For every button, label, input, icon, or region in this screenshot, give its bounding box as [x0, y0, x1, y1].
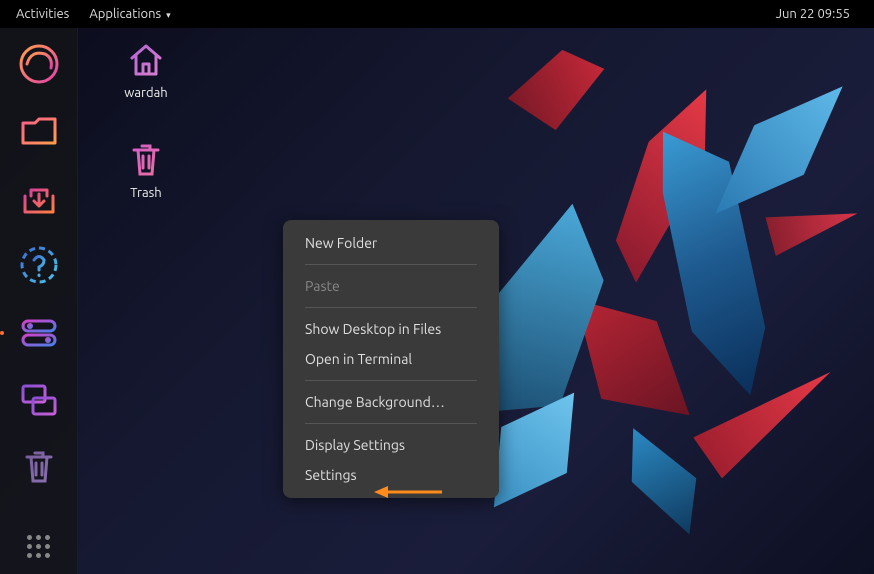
menu-separator	[305, 423, 477, 424]
launcher-dock	[0, 28, 78, 574]
trash-dock-icon	[17, 445, 61, 489]
chevron-down-icon: ▾	[166, 10, 171, 20]
activities-button[interactable]: Activities	[16, 7, 69, 21]
dock-item-remote[interactable]	[10, 372, 68, 427]
remote-desktop-icon	[17, 378, 61, 422]
folder-icon	[17, 109, 61, 153]
desktop-icon-trash-label: Trash	[130, 186, 161, 200]
menu-item-change-background[interactable]: Change Background…	[283, 387, 499, 417]
toggles-icon	[17, 311, 61, 355]
dock-item-firefox[interactable]	[10, 36, 68, 91]
menu-separator	[305, 264, 477, 265]
firefox-icon	[17, 42, 61, 86]
dock-item-help[interactable]	[10, 238, 68, 293]
menu-separator	[305, 380, 477, 381]
help-icon	[17, 243, 61, 287]
dock-item-trash[interactable]	[10, 440, 68, 495]
home-icon	[124, 38, 168, 82]
menu-item-new-folder[interactable]: New Folder	[283, 228, 499, 258]
dock-item-software[interactable]	[10, 171, 68, 226]
menu-item-settings[interactable]: Settings	[283, 460, 499, 490]
desktop-context-menu: New Folder Paste Show Desktop in Files O…	[283, 220, 499, 498]
menu-item-open-terminal[interactable]: Open in Terminal	[283, 344, 499, 374]
clock[interactable]: Jun 22 09:55	[776, 7, 850, 21]
show-applications-button[interactable]	[10, 519, 68, 574]
dock-item-files[interactable]	[10, 103, 68, 158]
top-panel: Activities Applications ▾ Jun 22 09:55	[0, 0, 874, 28]
desktop-icon-home[interactable]: wardah	[106, 38, 186, 100]
menu-item-show-desktop-files[interactable]: Show Desktop in Files	[283, 314, 499, 344]
menu-item-paste: Paste	[283, 271, 499, 301]
desktop-icon-trash[interactable]: Trash	[106, 138, 186, 200]
trash-icon	[124, 138, 168, 182]
menu-separator	[305, 307, 477, 308]
download-box-icon	[17, 176, 61, 220]
dock-item-tweaks[interactable]	[10, 305, 68, 360]
applications-label: Applications	[89, 7, 161, 21]
menu-item-display-settings[interactable]: Display Settings	[283, 430, 499, 460]
applications-menu-button[interactable]: Applications ▾	[89, 7, 170, 21]
desktop-icon-home-label: wardah	[124, 86, 167, 100]
